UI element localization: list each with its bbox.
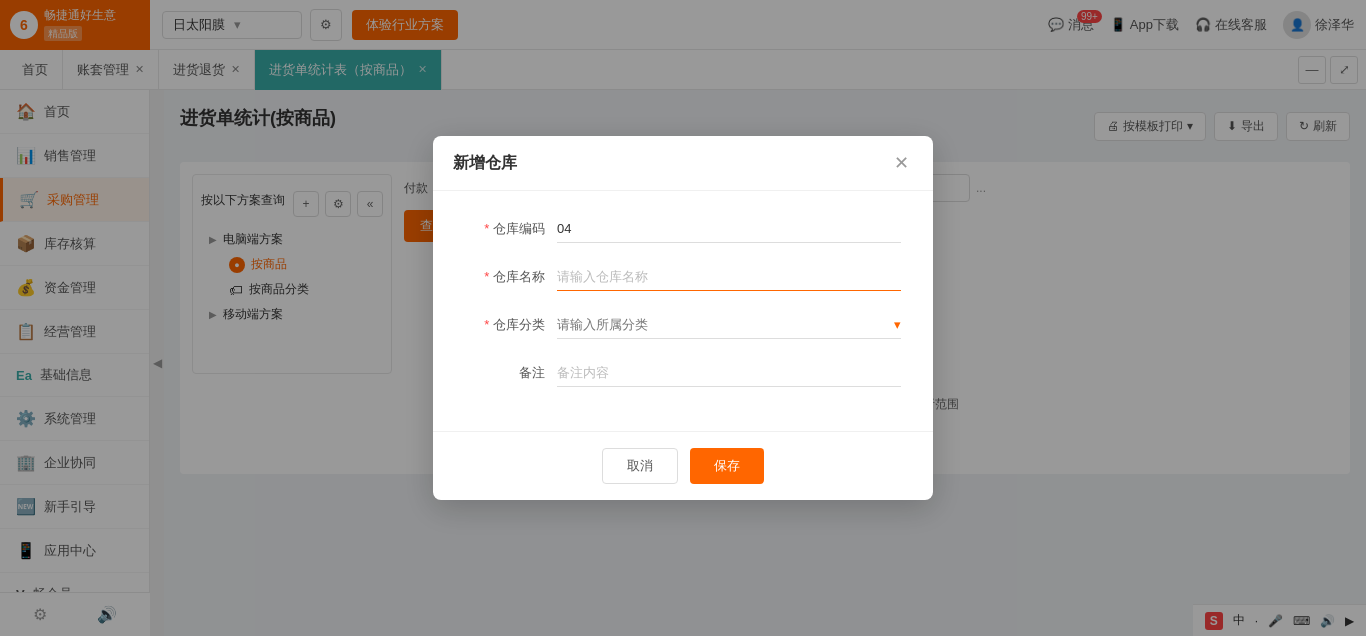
modal-title: 新增仓库 xyxy=(453,153,890,174)
warehouse-remark-input[interactable] xyxy=(557,359,901,387)
add-warehouse-modal: 新增仓库 ✕ 仓库编码 仓库名称 仓库分类 ▾ xyxy=(433,136,933,500)
warehouse-name-label: 仓库名称 xyxy=(465,268,545,286)
warehouse-name-row: 仓库名称 xyxy=(465,263,901,291)
warehouse-category-label: 仓库分类 xyxy=(465,316,545,334)
warehouse-category-input[interactable] xyxy=(557,311,894,338)
warehouse-code-row: 仓库编码 xyxy=(465,215,901,243)
cancel-button[interactable]: 取消 xyxy=(602,448,678,484)
warehouse-code-input[interactable] xyxy=(557,215,901,243)
warehouse-name-input[interactable] xyxy=(557,263,901,291)
modal-body: 仓库编码 仓库名称 仓库分类 ▾ 备注 xyxy=(433,191,933,431)
category-dropdown-icon[interactable]: ▾ xyxy=(894,317,901,332)
modal-footer: 取消 保存 xyxy=(433,431,933,500)
save-button[interactable]: 保存 xyxy=(690,448,764,484)
warehouse-category-row: 仓库分类 ▾ xyxy=(465,311,901,339)
warehouse-remark-label: 备注 xyxy=(465,364,545,382)
warehouse-code-label: 仓库编码 xyxy=(465,220,545,238)
warehouse-remark-row: 备注 xyxy=(465,359,901,387)
warehouse-category-select-row: ▾ xyxy=(557,311,901,339)
modal-overlay: 新增仓库 ✕ 仓库编码 仓库名称 仓库分类 ▾ xyxy=(0,0,1366,636)
modal-close-button[interactable]: ✕ xyxy=(890,152,913,174)
modal-header: 新增仓库 ✕ xyxy=(433,136,933,191)
